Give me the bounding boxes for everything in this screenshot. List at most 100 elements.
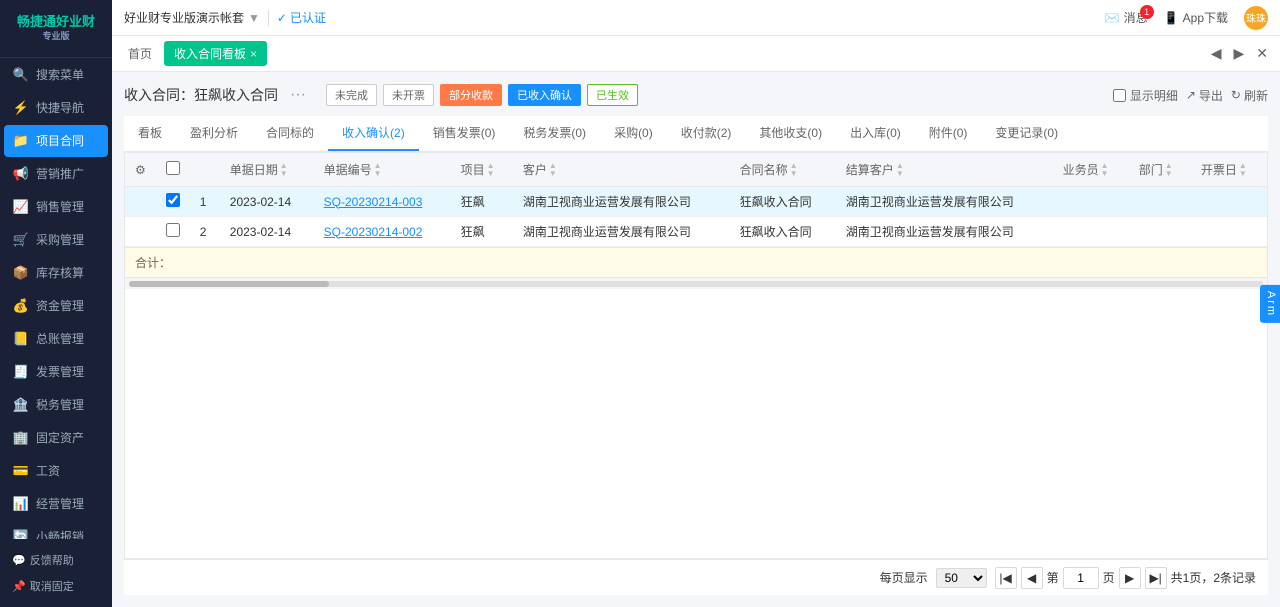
result-customer-sort[interactable]: 结算客户 ▲▼	[846, 161, 1043, 178]
user-menu[interactable]: 珠珠	[1244, 6, 1268, 30]
prev-tab-button[interactable]: ◀	[1207, 43, 1226, 64]
sidebar-item-库存核算[interactable]: 📦库存核算	[4, 257, 108, 289]
sidebar-icon: 📊	[12, 495, 30, 513]
tab-变更记录[interactable]: 变更记录(0)	[981, 116, 1072, 151]
checkbox-cell[interactable]	[156, 187, 190, 217]
data-table-container[interactable]: ⚙ 单据日期 ▲▼	[124, 152, 1268, 559]
department-cell	[1129, 187, 1191, 217]
tab-收入确认[interactable]: 收入确认(2)	[328, 116, 419, 151]
customer-sort[interactable]: 客户 ▲▼	[523, 161, 720, 178]
date-sort[interactable]: 单据日期 ▲▼	[230, 161, 304, 178]
tab-合同标的[interactable]: 合同标的	[252, 116, 328, 151]
next-tab-button[interactable]: ▶	[1229, 43, 1248, 64]
right-float-button[interactable]: Arm	[1260, 284, 1280, 322]
sidebar-item-经营管理[interactable]: 📊经营管理	[4, 488, 108, 520]
number-cell[interactable]: SQ-20230214-003	[314, 187, 451, 217]
sidebar-item-营销推广[interactable]: 📢营销推广	[4, 158, 108, 190]
sidebar-item-小畅报销[interactable]: 🔄小畅报销	[4, 521, 108, 539]
horizontal-scrollbar[interactable]	[125, 277, 1267, 289]
tab-采购[interactable]: 采购(0)	[600, 116, 667, 151]
sidebar-item-税务管理[interactable]: 🏦税务管理	[4, 389, 108, 421]
status-btn-未开票[interactable]: 未开票	[383, 84, 434, 106]
contract-sort[interactable]: 合同名称 ▲▼	[740, 161, 826, 178]
close-tab-button[interactable]: ×	[250, 47, 257, 61]
first-page-button[interactable]: |◀	[995, 567, 1017, 589]
status-btn-未完成[interactable]: 未完成	[326, 84, 377, 106]
close-all-tabs-button[interactable]: ✕	[1252, 43, 1272, 64]
number-cell[interactable]: SQ-20230214-002	[314, 217, 451, 247]
page-number-input[interactable]	[1063, 567, 1099, 589]
show-detail-checkbox[interactable]: 显示明细	[1113, 87, 1178, 104]
tab-销售发票[interactable]: 销售发票(0)	[419, 116, 510, 151]
sidebar-item-工资[interactable]: 💳工资	[4, 455, 108, 487]
detail-tabs: 看板盈利分析合同标的收入确认(2)销售发票(0)税务发票(0)采购(0)收付款(…	[124, 116, 1268, 152]
sidebar-icon: 📢	[12, 165, 30, 183]
sidebar-item-快捷导航[interactable]: ⚡快捷导航	[4, 92, 108, 124]
dropdown-icon: ▼	[248, 11, 260, 25]
status-btn-已生效[interactable]: 已生效	[587, 84, 638, 106]
message-button[interactable]: ✉️ 消息 1	[1105, 9, 1148, 26]
pagination-nav: |◀ ◀ 第 页 ▶ ▶| 共1页，2条记录	[995, 567, 1256, 589]
table-row[interactable]: 2 2023-02-14 SQ-20230214-002 狂飙 湖南卫视商业运营…	[125, 217, 1267, 247]
invoice-date-sort[interactable]: 开票日 ▲▼	[1201, 161, 1257, 178]
detail-checkbox-input[interactable]	[1113, 89, 1126, 102]
sidebar-item-固定资产[interactable]: 🏢固定资产	[4, 422, 108, 454]
tabbar-navigation: ◀ ▶ ✕	[1207, 43, 1272, 64]
contract-name-column-header: 合同名称 ▲▼	[730, 153, 836, 187]
tab-盈利分析[interactable]: 盈利分析	[176, 116, 252, 151]
row-checkbox[interactable]	[166, 193, 180, 207]
status-btn-已收入确认[interactable]: 已收入确认	[508, 84, 581, 106]
salesperson-column-header: 业务员 ▲▼	[1053, 153, 1129, 187]
contract-more-button[interactable]: ···	[290, 86, 306, 104]
index-column-header	[190, 153, 220, 187]
sidebar-bottom-反馈帮助[interactable]: 💬反馈帮助	[8, 547, 104, 573]
salesperson-sort[interactable]: 业务员 ▲▼	[1063, 161, 1119, 178]
sidebar-bottom-取消固定[interactable]: 📌取消固定	[8, 573, 104, 599]
department-sort[interactable]: 部门 ▲▼	[1139, 161, 1181, 178]
sidebar-item-销售管理[interactable]: 📈销售管理	[4, 191, 108, 223]
status-btn-部分收款[interactable]: 部分收款	[440, 84, 502, 106]
row-checkbox[interactable]	[166, 223, 180, 237]
index-cell: 2	[190, 217, 220, 247]
number-sort[interactable]: 单据编号 ▲▼	[324, 161, 441, 178]
sidebar-item-项目合同[interactable]: 📁项目合同	[4, 125, 108, 157]
tab-看板[interactable]: 看板	[124, 116, 176, 151]
sidebar-item-label: 固定资产	[36, 429, 84, 446]
sidebar-item-发票管理[interactable]: 🧾发票管理	[4, 356, 108, 388]
department-cell	[1129, 217, 1191, 247]
customer-cell: 湖南卫视商业运营发展有限公司	[513, 187, 730, 217]
certified-badge: ✓ 已认证	[277, 9, 326, 26]
app-download-button[interactable]: 📱 App下载	[1164, 9, 1228, 26]
tab-其他收支[interactable]: 其他收支(0)	[745, 116, 836, 151]
export-button[interactable]: ↗ 导出	[1186, 87, 1223, 104]
sidebar-item-总账管理[interactable]: 📒总账管理	[4, 323, 108, 355]
sidebar-icon: 📦	[12, 264, 30, 282]
checkbox-column-header	[156, 153, 190, 187]
settings-icon[interactable]: ⚙	[135, 163, 146, 177]
tab-收付款[interactable]: 收付款(2)	[667, 116, 746, 151]
company-selector[interactable]: 好业财专业版演示帐套 ▼	[124, 9, 260, 26]
scrollbar-thumb[interactable]	[129, 281, 329, 287]
refresh-button[interactable]: ↻ 刷新	[1231, 87, 1268, 104]
last-page-button[interactable]: ▶|	[1145, 567, 1167, 589]
status-buttons: 未完成未开票部分收款已收入确认已生效	[326, 84, 638, 106]
sidebar-icon: 💳	[12, 462, 30, 480]
prev-page-button[interactable]: ◀	[1021, 567, 1043, 589]
home-tab[interactable]: 首页	[120, 41, 160, 66]
table-row[interactable]: 1 2023-02-14 SQ-20230214-003 狂飙 湖南卫视商业运营…	[125, 187, 1267, 217]
sidebar-item-资金管理[interactable]: 💰资金管理	[4, 290, 108, 322]
sidebar-item-搜索菜单[interactable]: 🔍搜索菜单	[4, 59, 108, 91]
next-page-button[interactable]: ▶	[1119, 567, 1141, 589]
tab-附件[interactable]: 附件(0)	[915, 116, 982, 151]
tab-税务发票[interactable]: 税务发票(0)	[509, 116, 600, 151]
sidebar-item-采购管理[interactable]: 🛒采购管理	[4, 224, 108, 256]
number-column-header: 单据编号 ▲▼	[314, 153, 451, 187]
select-all-checkbox[interactable]	[166, 161, 180, 175]
date-cell: 2023-02-14	[220, 187, 314, 217]
per-page-select[interactable]: 2050100	[936, 568, 987, 588]
tab-出入库[interactable]: 出入库(0)	[836, 116, 915, 151]
active-tab[interactable]: 收入合同看板 ×	[164, 41, 267, 66]
project-sort[interactable]: 项目 ▲▼	[461, 161, 503, 178]
salesperson-cell	[1053, 217, 1129, 247]
checkbox-cell[interactable]	[156, 217, 190, 247]
